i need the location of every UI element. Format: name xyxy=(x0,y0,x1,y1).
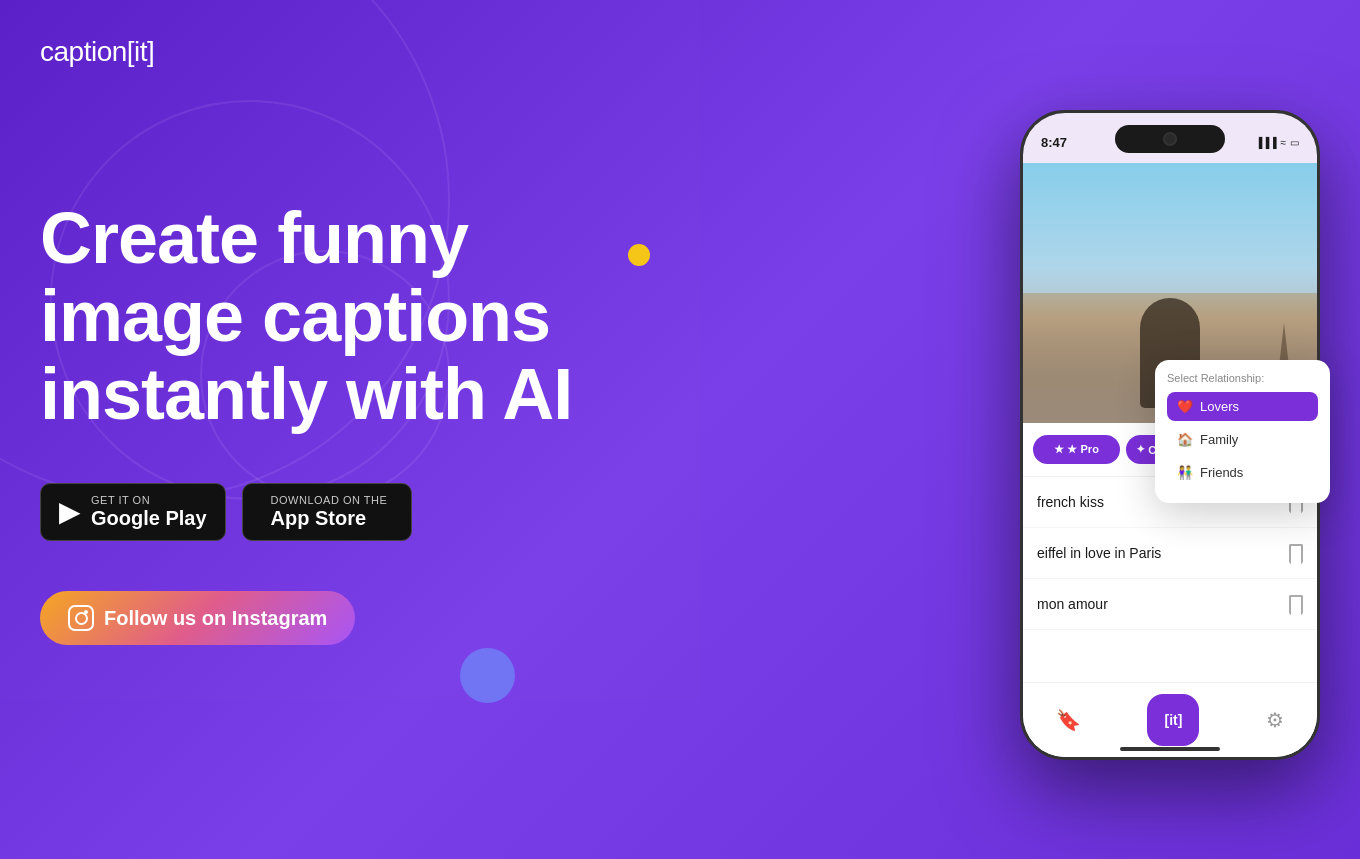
instagram-label: Follow us on Instagram xyxy=(104,607,327,630)
app-store-button[interactable]: Download on the App Store xyxy=(242,483,412,541)
nav-logo: [it] xyxy=(1165,712,1183,728)
wifi-icon: ≈ xyxy=(1281,137,1287,148)
customize-icon: ✦ xyxy=(1136,443,1145,456)
hero-title-line2: image captions xyxy=(40,276,550,356)
pro-icon: ★ xyxy=(1054,443,1064,456)
caption-text-2: eiffel in love in Paris xyxy=(1037,545,1161,561)
rel-family-label: Family xyxy=(1200,432,1238,447)
header: caption[it] xyxy=(40,36,154,68)
app-store-text: Download on the App Store xyxy=(271,494,388,530)
battery-icon: ▭ xyxy=(1290,137,1299,148)
hero-title-line1: Create funny xyxy=(40,198,468,278)
google-play-text: GET IT ON Google Play xyxy=(91,494,207,530)
signal-icon: ▐▐▐ xyxy=(1255,137,1276,148)
phone-area: Select Tone: 😄 Witty 🧠 Deep 🐼 Cute 8:47 … xyxy=(660,30,1360,850)
rel-family[interactable]: 🏠 Family xyxy=(1167,425,1318,454)
caption-row-3[interactable]: mon amour xyxy=(1023,579,1317,630)
bookmark-icon-3[interactable] xyxy=(1289,595,1303,613)
google-play-main-label: Google Play xyxy=(91,506,207,530)
family-icon: 🏠 xyxy=(1177,432,1193,447)
pro-button[interactable]: ★ ★ Pro xyxy=(1033,435,1120,464)
instagram-button[interactable]: Follow us on Instagram xyxy=(40,591,355,645)
rel-lovers[interactable]: ❤️ Lovers xyxy=(1167,392,1318,421)
bookmark-icon-2[interactable] xyxy=(1289,544,1303,562)
logo-bracket: [it] xyxy=(127,36,155,67)
friends-icon: 👫 xyxy=(1177,465,1193,480)
nav-settings-icon[interactable]: ⚙ xyxy=(1266,708,1284,732)
google-play-top-label: GET IT ON xyxy=(91,494,207,506)
pro-label: ★ Pro xyxy=(1067,443,1098,456)
status-icons: ▐▐▐ ≈ ▭ xyxy=(1255,137,1299,148)
logo[interactable]: caption[it] xyxy=(40,36,154,68)
hero-title: Create funny image captions instantly wi… xyxy=(40,200,572,433)
rel-friends[interactable]: 👫 Friends xyxy=(1167,458,1318,487)
rel-friends-label: Friends xyxy=(1200,465,1243,480)
phone-time: 8:47 xyxy=(1041,135,1067,150)
relationship-label: Select Relationship: xyxy=(1167,372,1318,384)
phone-notch xyxy=(1115,125,1225,153)
hero-title-line3: instantly with AI xyxy=(40,354,572,434)
store-buttons-container: ▶ GET IT ON Google Play Download on the … xyxy=(40,483,572,541)
google-play-icon: ▶ xyxy=(59,498,81,526)
home-indicator xyxy=(1120,747,1220,751)
rel-lovers-label: Lovers xyxy=(1200,399,1239,414)
app-store-top-label: Download on the xyxy=(271,494,388,506)
lovers-icon: ❤️ xyxy=(1177,399,1193,414)
phone-camera xyxy=(1163,132,1177,146)
google-play-button[interactable]: ▶ GET IT ON Google Play xyxy=(40,483,226,541)
hero-section: Create funny image captions instantly wi… xyxy=(40,200,572,645)
nav-bookmark-icon[interactable]: 🔖 xyxy=(1056,708,1081,732)
logo-prefix: caption xyxy=(40,36,127,67)
instagram-icon xyxy=(68,605,94,631)
nav-center-button[interactable]: [it] xyxy=(1147,694,1199,746)
caption-text-3: mon amour xyxy=(1037,596,1108,612)
relationship-card: Select Relationship: ❤️ Lovers 🏠 Family … xyxy=(1155,360,1330,503)
caption-text-1: french kiss xyxy=(1037,494,1104,510)
phone-nav: 🔖 [it] ⚙ xyxy=(1023,682,1317,757)
blue-dot xyxy=(460,648,515,703)
caption-row-2[interactable]: eiffel in love in Paris xyxy=(1023,528,1317,579)
app-store-main-label: App Store xyxy=(271,506,388,530)
yellow-dot xyxy=(628,244,650,266)
